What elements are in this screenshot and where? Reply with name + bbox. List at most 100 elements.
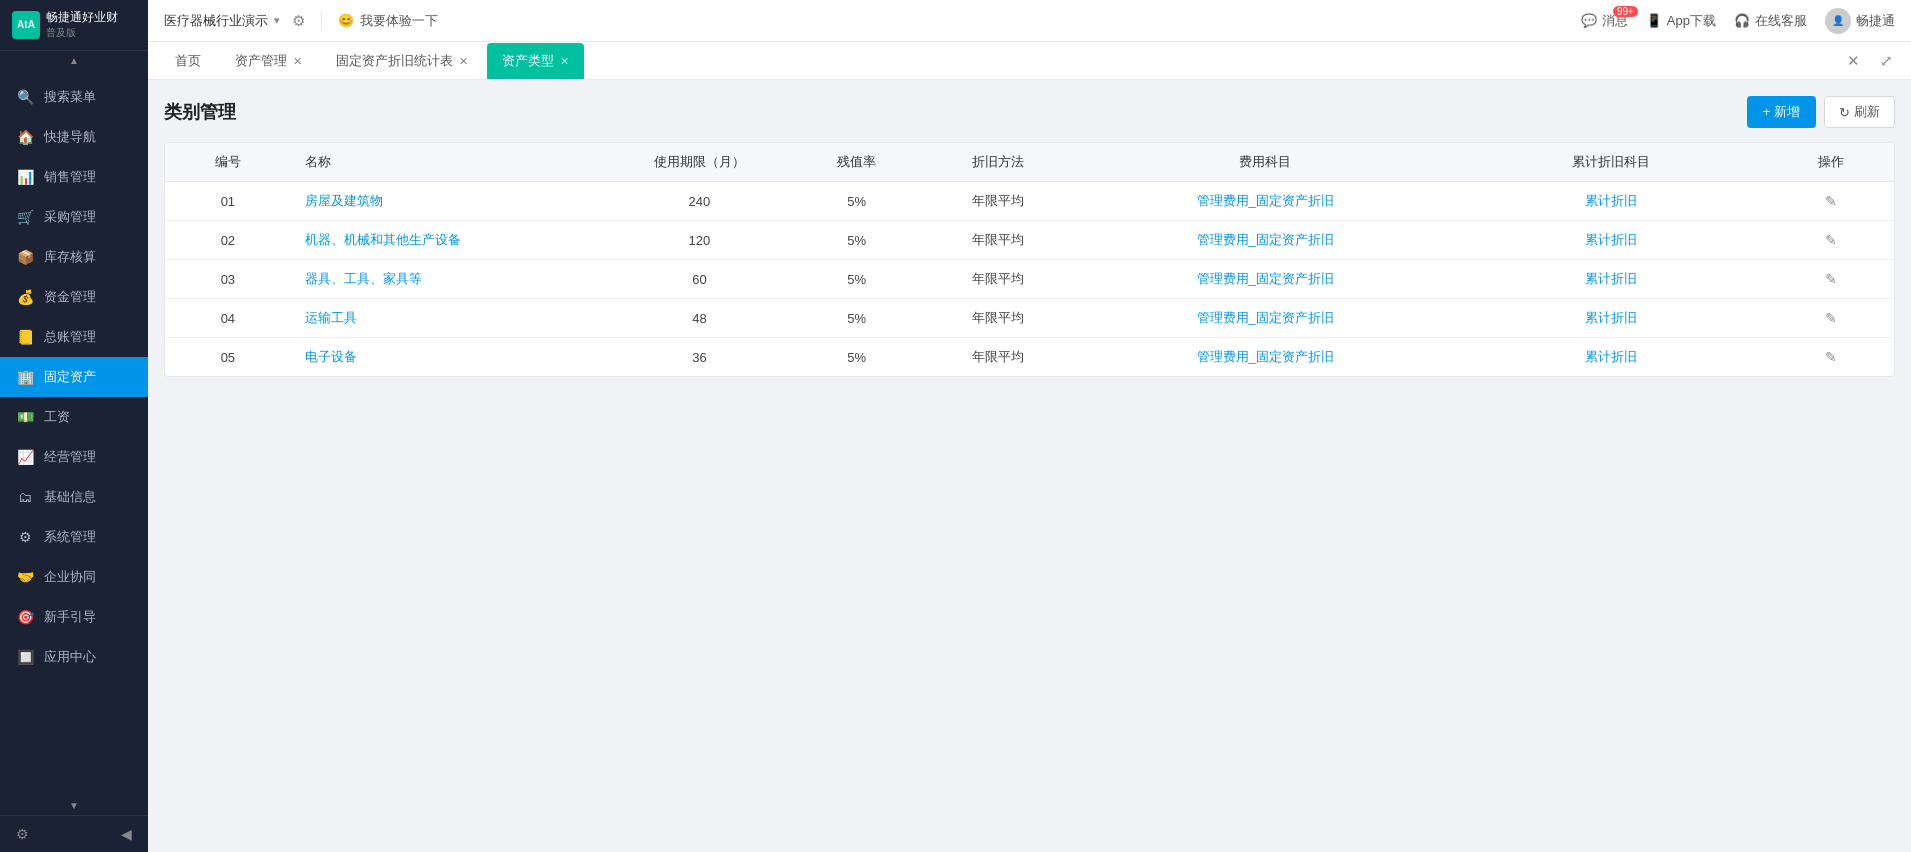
sidebar-icon-ledger: 📒 [16,328,34,346]
cell-action-2: ✎ [1768,260,1894,299]
sidebar-item-search[interactable]: 🔍 搜索菜单 [0,77,148,117]
tab-asset-mgmt[interactable]: 资产管理 ✕ [220,43,317,79]
sidebar-label-app-center: 应用中心 [44,648,96,666]
sidebar-item-quick-nav[interactable]: 🏠 快捷导航 [0,117,148,157]
edit-icon-4[interactable]: ✎ [1825,349,1837,365]
cell-period-3: 48 [605,299,794,338]
tab-depreciation-stat-close[interactable]: ✕ [459,55,468,68]
topbar-settings-icon[interactable]: ⚙ [292,12,305,30]
edit-icon-3[interactable]: ✎ [1825,310,1837,326]
sidebar-label-fixed-assets: 固定资产 [44,368,96,386]
cell-fee-1[interactable]: 管理费用_固定资产折旧 [1077,221,1454,260]
app-download-icon: 📱 [1646,13,1662,28]
topbar-divider [321,11,322,31]
sidebar-icon-purchase: 🛒 [16,208,34,226]
sidebar-scroll-up-button[interactable]: ▲ [67,51,81,71]
new-button[interactable]: + 新增 [1747,96,1816,128]
module-chevron-icon: ▾ [274,14,280,27]
sidebar-item-enterprise[interactable]: 🤝 企业协同 [0,557,148,597]
col-header-method: 折旧方法 [919,143,1076,182]
logo-title: 畅捷通好业财 [46,10,118,26]
sidebar-scroll-down-button[interactable]: ▼ [67,795,81,815]
tab-asset-type[interactable]: 资产类型 ✕ [487,43,584,79]
tab-close-window-button[interactable]: ✕ [1841,50,1866,72]
sidebar-icon-app-center: 🔲 [16,648,34,666]
cell-fee-4[interactable]: 管理费用_固定资产折旧 [1077,338,1454,377]
tab-depreciation-stat[interactable]: 固定资产折旧统计表 ✕ [321,43,483,79]
sidebar-item-guide[interactable]: 🎯 新手引导 [0,597,148,637]
asset-type-table: 编号 名称 使用期限（月） 残值率 折旧方法 费用科目 累计折旧科目 操作 01… [165,143,1894,376]
message-button[interactable]: 💬 消息 99+ [1581,12,1628,30]
tabs-bar: 首页 资产管理 ✕ 固定资产折旧统计表 ✕ 资产类型 ✕ ✕ ⤢ [148,42,1911,80]
sidebar-item-app-center[interactable]: 🔲 应用中心 [0,637,148,677]
cell-name-1[interactable]: 机器、机械和其他生产设备 [291,221,605,260]
sidebar-label-quick-nav: 快捷导航 [44,128,96,146]
sidebar-label-purchase: 采购管理 [44,208,96,226]
sidebar-item-sales[interactable]: 📊 销售管理 [0,157,148,197]
customer-service-icon: 🎧 [1734,13,1750,28]
edit-icon-0[interactable]: ✎ [1825,193,1837,209]
sidebar-nav: 🔍 搜索菜单 🏠 快捷导航 📊 销售管理 🛒 采购管理 📦 库存核算 💰 资金管… [0,71,148,795]
sidebar-item-finance[interactable]: 💰 资金管理 [0,277,148,317]
table-header-row: 编号 名称 使用期限（月） 残值率 折旧方法 费用科目 累计折旧科目 操作 [165,143,1894,182]
sidebar-item-basic-info[interactable]: 🗂 基础信息 [0,477,148,517]
sidebar-item-payroll[interactable]: 💵 工资 [0,397,148,437]
page-actions: + 新增 ↻ 刷新 [1747,96,1895,128]
cell-accum-3[interactable]: 累计折旧 [1454,299,1768,338]
tab-asset-type-close[interactable]: ✕ [560,55,569,68]
cell-name-3[interactable]: 运输工具 [291,299,605,338]
collapse-icon[interactable]: ◀ [121,826,132,842]
cell-code-0: 01 [165,182,291,221]
cell-method-3: 年限平均 [919,299,1076,338]
cell-accum-0[interactable]: 累计折旧 [1454,182,1768,221]
tab-expand-button[interactable]: ⤢ [1874,50,1899,72]
cell-residual-3: 5% [794,299,920,338]
sidebar-item-fixed-assets[interactable]: 🏢 固定资产 [0,357,148,397]
module-selector[interactable]: 医疗器械行业演示 ▾ [164,12,280,30]
col-header-action: 操作 [1768,143,1894,182]
experience-button[interactable]: 😊 我要体验一下 [338,12,438,30]
avatar: 👤 [1825,8,1851,34]
cell-name-2[interactable]: 器具、工具、家具等 [291,260,605,299]
col-header-residual: 残值率 [794,143,920,182]
tab-home[interactable]: 首页 [160,43,216,79]
sidebar-icon-finance: 💰 [16,288,34,306]
table-row: 04 运输工具 48 5% 年限平均 管理费用_固定资产折旧 累计折旧 ✎ [165,299,1894,338]
refresh-button[interactable]: ↻ 刷新 [1824,96,1895,128]
sidebar-label-payroll: 工资 [44,408,70,426]
sidebar-item-ledger[interactable]: 📒 总账管理 [0,317,148,357]
refresh-label: 刷新 [1854,103,1880,121]
sidebar-item-system[interactable]: ⚙ 系统管理 [0,517,148,557]
tab-asset-mgmt-close[interactable]: ✕ [293,55,302,68]
cell-accum-2[interactable]: 累计折旧 [1454,260,1768,299]
sidebar-item-purchase[interactable]: 🛒 采购管理 [0,197,148,237]
sidebar: AtA 畅捷通好业财 普及版 ▲ 🔍 搜索菜单 🏠 快捷导航 📊 销售管理 🛒 … [0,0,148,852]
tab-home-label: 首页 [175,52,201,70]
edit-icon-2[interactable]: ✎ [1825,271,1837,287]
tab-depreciation-stat-label: 固定资产折旧统计表 [336,52,453,70]
sidebar-icon-system: ⚙ [16,528,34,546]
sidebar-item-inventory[interactable]: 📦 库存核算 [0,237,148,277]
table-row: 05 电子设备 36 5% 年限平均 管理费用_固定资产折旧 累计折旧 ✎ [165,338,1894,377]
cell-fee-0[interactable]: 管理费用_固定资产折旧 [1077,182,1454,221]
user-menu[interactable]: 👤 畅捷通 [1825,8,1895,34]
content-area: 类别管理 + 新增 ↻ 刷新 编号 名称 使用期限（月） 残值率 折旧方法 [148,80,1911,852]
cell-fee-2[interactable]: 管理费用_固定资产折旧 [1077,260,1454,299]
sidebar-scroll-top: ▲ [0,51,148,71]
sidebar-icon-payroll: 💵 [16,408,34,426]
customer-service-button[interactable]: 🎧 在线客服 [1734,12,1807,30]
main-area: 医疗器械行业演示 ▾ ⚙ 😊 我要体验一下 💬 消息 99+ 📱 App下载 🎧… [148,0,1911,852]
customer-service-label: 在线客服 [1755,12,1807,30]
sidebar-item-operations[interactable]: 📈 经营管理 [0,437,148,477]
cell-accum-1[interactable]: 累计折旧 [1454,221,1768,260]
table-row: 01 房屋及建筑物 240 5% 年限平均 管理费用_固定资产折旧 累计折旧 ✎ [165,182,1894,221]
sidebar-icon-sales: 📊 [16,168,34,186]
cell-accum-4[interactable]: 累计折旧 [1454,338,1768,377]
settings-icon[interactable]: ⚙ [16,826,29,842]
cell-fee-3[interactable]: 管理费用_固定资产折旧 [1077,299,1454,338]
app-download-button[interactable]: 📱 App下载 [1646,12,1716,30]
edit-icon-1[interactable]: ✎ [1825,232,1837,248]
sidebar-icon-fixed-assets: 🏢 [16,368,34,386]
cell-name-4[interactable]: 电子设备 [291,338,605,377]
cell-name-0[interactable]: 房屋及建筑物 [291,182,605,221]
